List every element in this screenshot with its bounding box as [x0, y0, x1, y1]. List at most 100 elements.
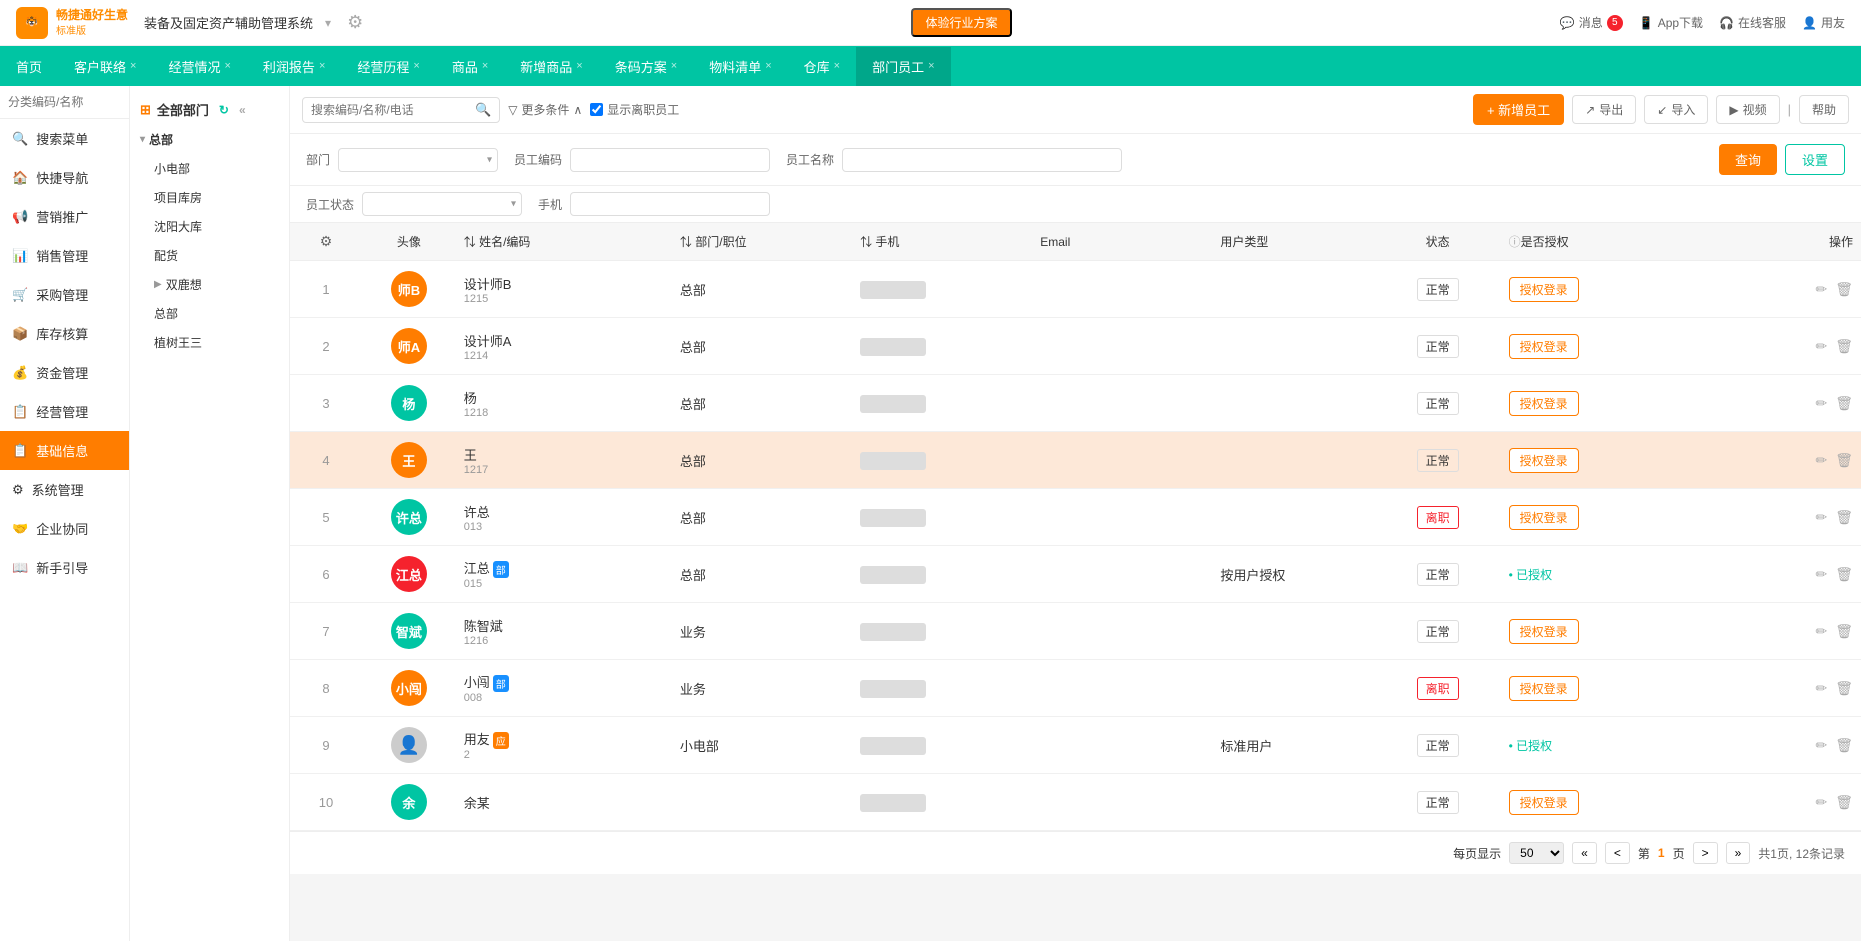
close-icon[interactable]: × — [928, 60, 934, 72]
app-download-btn[interactable]: 📱 App下载 — [1639, 14, 1703, 31]
next-page-btn[interactable]: > — [1693, 842, 1718, 864]
tree-node-general[interactable]: ▾ 总部 — [130, 125, 289, 154]
th-dept[interactable]: ⇅ 部门/职位 — [672, 223, 852, 261]
more-filters-btn[interactable]: ▽ 更多条件 ∧ — [508, 101, 582, 118]
nav-tab-bom[interactable]: 物料清单 × — [693, 47, 787, 86]
refresh-icon[interactable]: ↻ — [219, 103, 229, 117]
last-page-btn[interactable]: » — [1726, 842, 1751, 864]
delete-icon[interactable]: 🗑 — [1835, 452, 1853, 469]
sidebar-item-sales[interactable]: 📊 销售管理 — [0, 236, 129, 275]
help-btn[interactable]: 帮助 — [1799, 95, 1849, 124]
add-employee-btn[interactable]: + 新增员工 — [1473, 94, 1564, 125]
nav-tab-warehouse[interactable]: 仓库 × — [788, 47, 856, 86]
nav-tab-goods[interactable]: 商品 × — [436, 47, 504, 86]
edit-icon[interactable]: ✏ — [1815, 281, 1827, 298]
edit-icon[interactable]: ✏ — [1815, 452, 1827, 469]
dept-select[interactable] — [338, 148, 498, 172]
auth-btn[interactable]: 授权登录 — [1509, 505, 1579, 530]
delete-icon[interactable]: 🗑 — [1835, 623, 1853, 640]
auth-btn[interactable]: 授权登录 — [1509, 277, 1579, 302]
edit-icon[interactable]: ✏ — [1815, 794, 1827, 811]
experience-btn[interactable]: 体验行业方案 — [911, 8, 1011, 37]
employee-name-input[interactable] — [842, 148, 1122, 172]
sidebar-item-purchase[interactable]: 🛒 采购管理 — [0, 275, 129, 314]
edit-icon[interactable]: ✏ — [1815, 680, 1827, 697]
sidebar-item-operation[interactable]: 📋 经营管理 — [0, 392, 129, 431]
sidebar-item-basic-info[interactable]: 📋 基础信息 — [0, 431, 129, 470]
sidebar-item-inventory[interactable]: 📦 库存核算 — [0, 314, 129, 353]
sidebar-item-finance[interactable]: 💰 资金管理 — [0, 353, 129, 392]
edit-icon[interactable]: ✏ — [1815, 623, 1827, 640]
close-icon[interactable]: × — [482, 60, 488, 72]
delete-icon[interactable]: 🗑 — [1835, 281, 1853, 298]
close-icon[interactable]: × — [834, 60, 840, 72]
sidebar-item-guide[interactable]: 📖 新手引导 — [0, 548, 129, 587]
per-page-select[interactable]: 50 100 — [1509, 842, 1564, 864]
th-phone[interactable]: ⇅ 手机 — [852, 223, 1032, 261]
export-btn[interactable]: ↗ 导出 — [1572, 95, 1636, 124]
sidebar-search-input[interactable] — [8, 95, 130, 109]
first-page-btn[interactable]: « — [1572, 842, 1597, 864]
collapse-icon[interactable]: « — [239, 103, 246, 117]
delete-icon[interactable]: 🗑 — [1835, 338, 1853, 355]
sidebar-item-nav[interactable]: 🏠 快捷导航 — [0, 158, 129, 197]
import-btn[interactable]: ↙ 导入 — [1644, 95, 1708, 124]
user-avatar[interactable]: 👤 用友 — [1802, 14, 1845, 31]
nav-tab-barcode[interactable]: 条码方案 × — [599, 47, 693, 86]
edit-icon[interactable]: ✏ — [1815, 737, 1827, 754]
sidebar-item-search[interactable]: 🔍 搜索菜单 — [0, 119, 129, 158]
tree-node-planting[interactable]: 植树王三 — [130, 328, 289, 357]
search-btn[interactable]: 查询 — [1719, 144, 1777, 175]
search-input[interactable] — [311, 103, 471, 117]
delete-icon[interactable]: 🗑 — [1835, 566, 1853, 583]
sidebar-item-collab[interactable]: 🤝 企业协同 — [0, 509, 129, 548]
sidebar-item-marketing[interactable]: 📢 营销推广 — [0, 197, 129, 236]
close-icon[interactable]: × — [765, 60, 771, 72]
tree-node-hq[interactable]: 总部 — [130, 299, 289, 328]
nav-tab-home[interactable]: 首页 — [0, 47, 58, 86]
message-btn[interactable]: 💬 消息 5 — [1560, 14, 1623, 31]
show-resigned-checkbox[interactable] — [590, 103, 603, 116]
delete-icon[interactable]: 🗑 — [1835, 395, 1853, 412]
tree-node-shuanglu[interactable]: ▶ 双鹿想 — [130, 270, 289, 299]
tree-node-project[interactable]: 项目库房 — [130, 183, 289, 212]
employee-code-input[interactable] — [570, 148, 770, 172]
search-icon[interactable]: 🔍 — [475, 102, 491, 118]
close-icon[interactable]: × — [413, 60, 419, 72]
auth-btn[interactable]: 授权登录 — [1509, 391, 1579, 416]
settings-icon[interactable]: ⚙ — [347, 12, 363, 33]
auth-btn[interactable]: 授权登录 — [1509, 790, 1579, 815]
tree-node-electronics[interactable]: 小电部 — [130, 154, 289, 183]
nav-tab-add-goods[interactable]: 新增商品 × — [504, 47, 598, 86]
status-select[interactable] — [362, 192, 522, 216]
auth-btn[interactable]: 授权登录 — [1509, 448, 1579, 473]
th-name[interactable]: ⇅ 姓名/编码 — [456, 223, 672, 261]
tree-node-shenyang[interactable]: 沈阳大库 — [130, 212, 289, 241]
auth-btn[interactable]: 授权登录 — [1509, 676, 1579, 701]
gear-icon[interactable]: ⚙ — [320, 233, 333, 249]
close-icon[interactable]: × — [224, 60, 230, 72]
nav-tab-business[interactable]: 经营情况 × — [152, 47, 246, 86]
nav-tab-employee[interactable]: 部门员工 × — [856, 47, 950, 86]
nav-tab-profit[interactable]: 利润报告 × — [247, 47, 341, 86]
delete-icon[interactable]: 🗑 — [1835, 794, 1853, 811]
tree-node-distribution[interactable]: 配货 — [130, 241, 289, 270]
close-icon[interactable]: × — [319, 60, 325, 72]
close-icon[interactable]: × — [130, 60, 136, 72]
edit-icon[interactable]: ✏ — [1815, 566, 1827, 583]
auth-btn[interactable]: 授权登录 — [1509, 334, 1579, 359]
set-btn[interactable]: 设置 — [1785, 144, 1845, 175]
sidebar-item-system[interactable]: ⚙ 系统管理 — [0, 470, 129, 509]
delete-icon[interactable]: 🗑 — [1835, 509, 1853, 526]
edit-icon[interactable]: ✏ — [1815, 338, 1827, 355]
phone-input[interactable] — [570, 192, 770, 216]
prev-page-btn[interactable]: < — [1605, 842, 1630, 864]
view-btn[interactable]: ▶ 视频 — [1716, 95, 1779, 124]
close-icon[interactable]: × — [576, 60, 582, 72]
nav-tab-customer[interactable]: 客户联络 × — [58, 47, 152, 86]
auth-btn[interactable]: 授权登录 — [1509, 619, 1579, 644]
delete-icon[interactable]: 🗑 — [1835, 737, 1853, 754]
edit-icon[interactable]: ✏ — [1815, 509, 1827, 526]
edit-icon[interactable]: ✏ — [1815, 395, 1827, 412]
online-service-btn[interactable]: 🎧 在线客服 — [1719, 14, 1786, 31]
